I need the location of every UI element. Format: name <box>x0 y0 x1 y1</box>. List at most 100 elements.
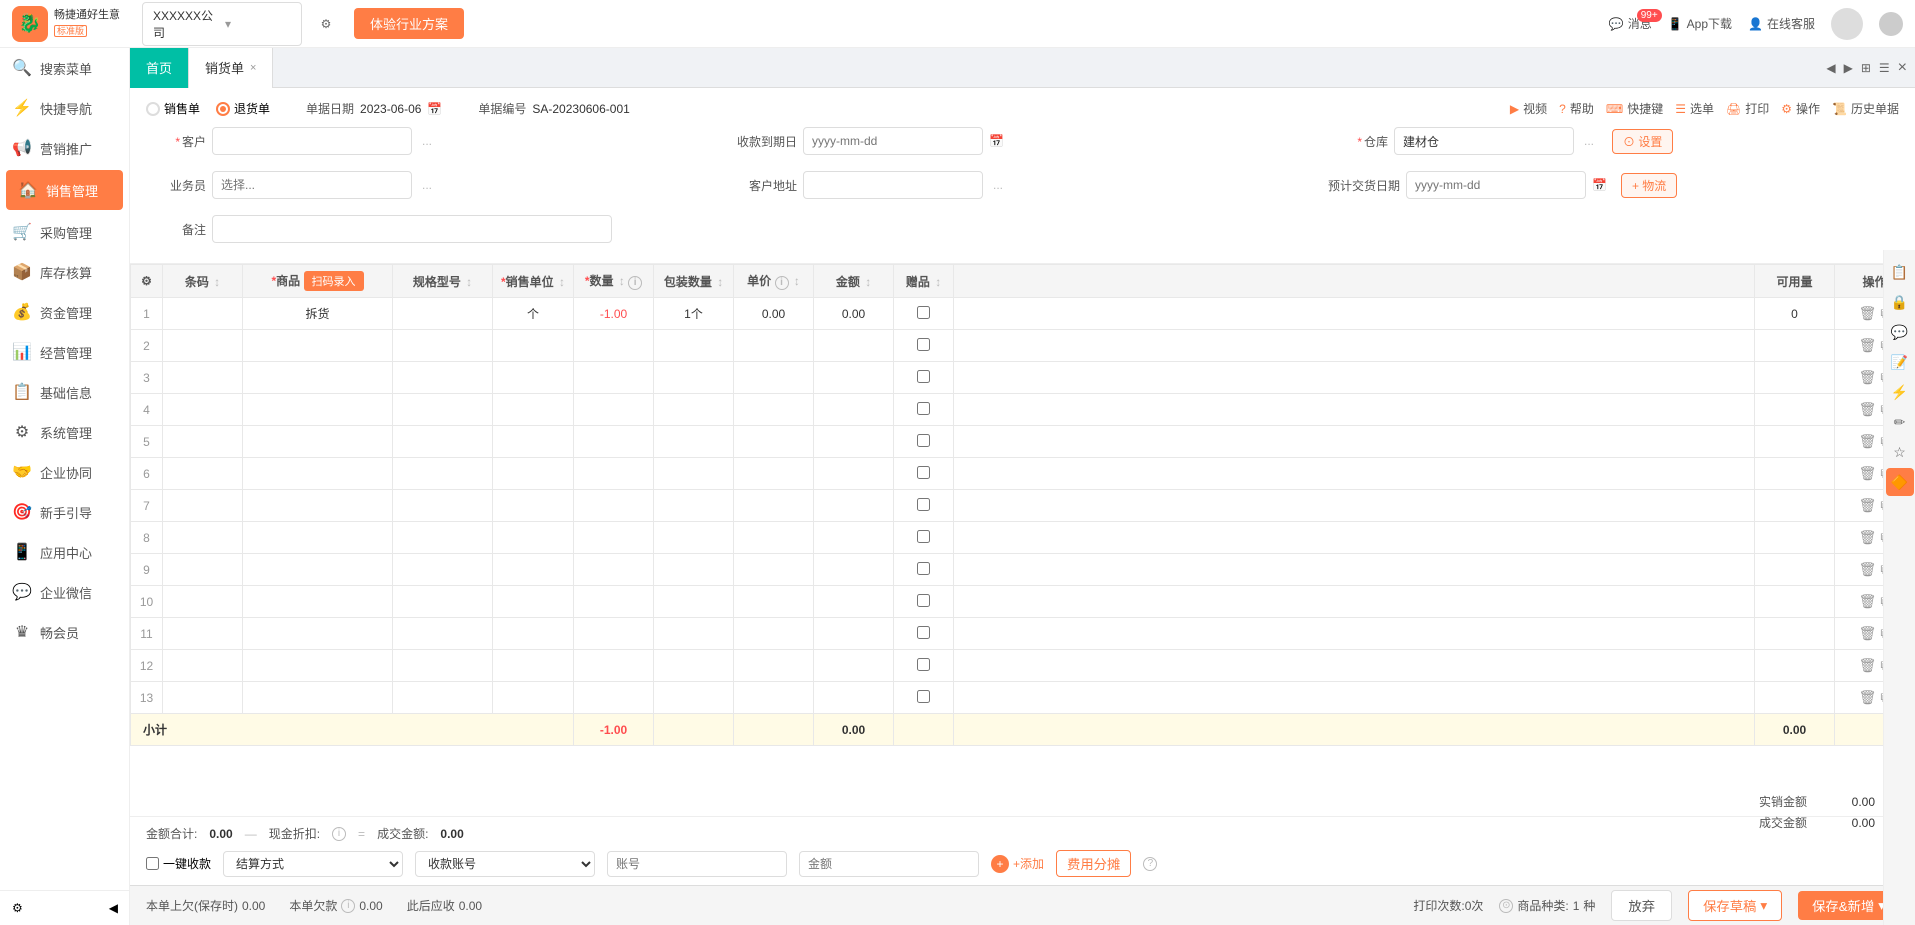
row-pkg-qty[interactable] <box>654 362 734 394</box>
row-spec[interactable] <box>393 362 493 394</box>
row-barcode[interactable] <box>163 330 243 362</box>
avatar[interactable] <box>1831 8 1863 40</box>
due-date-input[interactable] <box>803 127 983 155</box>
tab-prev-icon[interactable]: ◀ <box>1826 61 1835 75</box>
row-spec[interactable] <box>393 586 493 618</box>
row-gift[interactable] <box>894 458 954 490</box>
sales-radio[interactable]: 销售单 <box>146 100 200 117</box>
help-btn[interactable]: ? 帮助 <box>1559 100 1594 117</box>
row-barcode[interactable] <box>163 362 243 394</box>
customer-dots[interactable]: ... <box>418 134 436 148</box>
row-qty[interactable] <box>574 458 654 490</box>
salesman-dots[interactable]: ... <box>418 178 436 192</box>
row-price[interactable]: 0.00 <box>734 298 814 330</box>
row-qty[interactable] <box>574 426 654 458</box>
row-spec[interactable] <box>393 618 493 650</box>
sidebar-item-app-center[interactable]: 📱 应用中心 <box>0 532 129 572</box>
row-gift[interactable] <box>894 522 954 554</box>
row-amount[interactable] <box>814 618 894 650</box>
row-product[interactable] <box>243 330 393 362</box>
row-spec[interactable] <box>393 330 493 362</box>
row-amount[interactable] <box>814 362 894 394</box>
row-gift[interactable] <box>894 618 954 650</box>
sidebar-item-basic-info[interactable]: 📋 基础信息 <box>0 372 129 412</box>
row-qty[interactable] <box>574 330 654 362</box>
row-pkg-qty[interactable]: 1个 <box>654 298 734 330</box>
select-order-btn[interactable]: ☰ 选单 <box>1675 100 1714 117</box>
row-gift[interactable] <box>894 586 954 618</box>
delete-row-btn[interactable]: 🗑 <box>1859 433 1877 450</box>
expense-info-icon[interactable]: ? <box>1143 857 1157 871</box>
shortcut-btn[interactable]: ⌨ 快捷键 <box>1606 100 1663 117</box>
abandon-btn[interactable]: 放弃 <box>1611 890 1672 921</box>
row-pkg-qty[interactable] <box>654 490 734 522</box>
row-unit[interactable] <box>493 362 574 394</box>
tab-sales-order[interactable]: 销货单 × <box>189 48 273 88</box>
row-pkg-qty[interactable] <box>654 650 734 682</box>
row-amount[interactable] <box>814 650 894 682</box>
row-product[interactable] <box>243 522 393 554</box>
account-select[interactable]: 收款账号 <box>415 851 595 877</box>
row-spec[interactable] <box>393 554 493 586</box>
overdue-info-icon[interactable]: i <box>341 899 355 913</box>
panel-btn-6[interactable]: ✏ <box>1886 408 1914 436</box>
sidebar-item-member[interactable]: ♛ 畅会员 <box>0 612 129 652</box>
tab-close-icon[interactable]: × <box>250 62 256 74</box>
row-unit[interactable] <box>493 522 574 554</box>
row-qty[interactable] <box>574 490 654 522</box>
scan-button[interactable]: 扫码录入 <box>304 271 364 291</box>
row-amount[interactable] <box>814 330 894 362</box>
row-gift[interactable] <box>894 490 954 522</box>
print-btn[interactable]: 🖨 打印 <box>1726 100 1769 117</box>
row-unit[interactable]: 个 <box>493 298 574 330</box>
row-unit[interactable] <box>493 682 574 714</box>
row-unit[interactable] <box>493 618 574 650</box>
row-gift[interactable] <box>894 650 954 682</box>
app-download-btn[interactable]: 📱 App下载 <box>1668 15 1732 32</box>
row-barcode[interactable] <box>163 554 243 586</box>
sidebar-settings-icon[interactable]: ⚙ <box>12 901 23 915</box>
row-product[interactable] <box>243 490 393 522</box>
row-price[interactable] <box>734 394 814 426</box>
row-price[interactable] <box>734 554 814 586</box>
sidebar-item-guide[interactable]: 🎯 新手引导 <box>0 492 129 532</box>
row-spec[interactable] <box>393 458 493 490</box>
row-barcode[interactable] <box>163 458 243 490</box>
row-gift[interactable] <box>894 362 954 394</box>
delete-row-btn[interactable]: 🗑 <box>1859 337 1877 354</box>
sidebar-item-purchase[interactable]: 🛒 采购管理 <box>0 212 129 252</box>
row-unit[interactable] <box>493 586 574 618</box>
sidebar-item-quick-nav[interactable]: ⚡ 快捷导航 <box>0 88 129 128</box>
row-product[interactable] <box>243 554 393 586</box>
row-amount[interactable] <box>814 522 894 554</box>
row-unit[interactable] <box>493 426 574 458</box>
due-date-calendar-icon[interactable]: 📅 <box>989 134 1004 148</box>
message-btn[interactable]: 💬 消息 99+ <box>1609 15 1652 32</box>
row-barcode[interactable] <box>163 490 243 522</box>
row-product[interactable] <box>243 426 393 458</box>
row-barcode[interactable] <box>163 394 243 426</box>
panel-btn-7[interactable]: ☆ <box>1886 438 1914 466</box>
panel-btn-1[interactable]: 📋 <box>1886 258 1914 286</box>
row-price[interactable] <box>734 650 814 682</box>
row-unit[interactable] <box>493 554 574 586</box>
row-price[interactable] <box>734 362 814 394</box>
row-unit[interactable] <box>493 330 574 362</box>
one-click-pay-checkbox[interactable] <box>146 857 159 870</box>
panel-btn-2[interactable]: 🔒 <box>1886 288 1914 316</box>
sidebar-item-finance[interactable]: 💰 资金管理 <box>0 292 129 332</box>
add-item-btn[interactable]: + +添加 <box>991 855 1044 873</box>
delete-row-btn[interactable]: 🗑 <box>1859 369 1877 386</box>
delete-row-btn[interactable]: 🗑 <box>1859 625 1877 642</box>
row-pkg-qty[interactable] <box>654 458 734 490</box>
expected-date-input[interactable] <box>1406 171 1586 199</box>
sidebar-item-enterprise[interactable]: 🤝 企业协同 <box>0 452 129 492</box>
row-unit[interactable] <box>493 394 574 426</box>
company-selector[interactable]: XXXXXX公司 ▾ <box>142 2 302 46</box>
row-spec[interactable] <box>393 426 493 458</box>
tab-grid-icon[interactable]: ⊞ <box>1861 61 1871 75</box>
sidebar-item-sales[interactable]: 🏠 销售管理 <box>6 170 123 210</box>
row-price[interactable] <box>734 458 814 490</box>
row-amount[interactable]: 0.00 <box>814 298 894 330</box>
row-amount[interactable] <box>814 426 894 458</box>
